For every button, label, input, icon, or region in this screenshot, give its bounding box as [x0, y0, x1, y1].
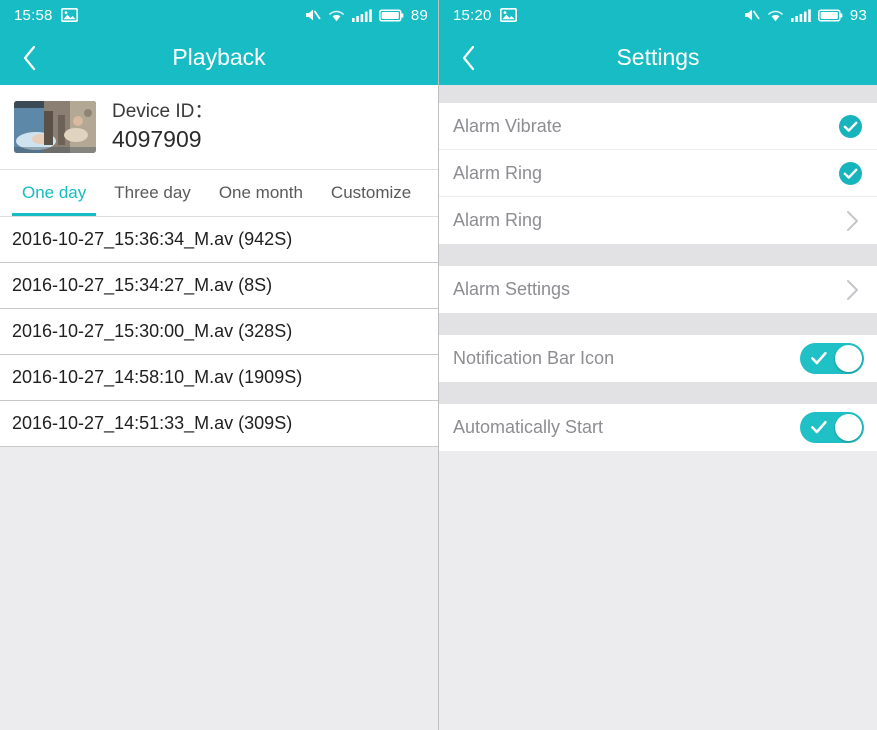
- camera-thumbnail[interactable]: [14, 101, 96, 153]
- recording-filename: 2016-10-27_15:36:34_M.av (942S): [12, 229, 293, 249]
- setting-row-automatically-start[interactable]: Automatically Start: [439, 404, 877, 451]
- signal-bars-icon: [790, 8, 811, 22]
- setting-control[interactable]: [838, 114, 863, 139]
- mute-icon: [744, 8, 760, 22]
- setting-row-alarm-ring-toggle[interactable]: Alarm Ring: [439, 150, 877, 197]
- settings-screen: 15:20 93 Settings Alarm Vibrate Alarm Ri…: [439, 0, 877, 730]
- page-title: Playback: [172, 44, 266, 70]
- wifi-icon: [328, 9, 345, 22]
- status-bar-playback: 15:58 89: [0, 0, 438, 30]
- check-circle-icon[interactable]: [838, 114, 863, 139]
- tab-label: One day: [22, 183, 87, 202]
- setting-row-notification-bar-icon[interactable]: Notification Bar Icon: [439, 335, 877, 382]
- chevron-right-icon: [841, 208, 863, 234]
- title-bar-playback: Playback: [0, 30, 438, 85]
- recording-filename: 2016-10-27_14:58:10_M.av (1909S): [12, 367, 303, 387]
- recording-filename: 2016-10-27_15:30:00_M.av (328S): [12, 321, 293, 341]
- status-bar-left: 15:20: [453, 7, 517, 24]
- status-bar-settings: 15:20 93: [439, 0, 877, 30]
- tab-customize[interactable]: Customize: [317, 170, 425, 216]
- tab-label: Three day: [114, 183, 191, 202]
- toggle-knob: [835, 414, 862, 441]
- section-spacer: [439, 244, 877, 266]
- status-time: 15:20: [453, 6, 492, 24]
- toggle-knob: [835, 345, 862, 372]
- empty-list-area: [0, 447, 438, 722]
- chevron-left-icon: [461, 44, 477, 72]
- battery-percent: 89: [410, 6, 428, 24]
- back-button[interactable]: [439, 30, 499, 85]
- title-bar-settings: Settings: [439, 30, 877, 85]
- list-item[interactable]: 2016-10-27_15:36:34_M.av (942S): [0, 217, 438, 263]
- chevron-left-icon: [22, 44, 38, 72]
- setting-row-alarm-ring-select[interactable]: Alarm Ring: [439, 197, 877, 244]
- chevron-right-icon: [841, 277, 863, 303]
- recording-filename: 2016-10-27_14:51:33_M.av (309S): [12, 413, 293, 433]
- check-circle-icon[interactable]: [838, 161, 863, 186]
- image-icon: [499, 8, 517, 22]
- image-icon: [60, 8, 78, 22]
- list-item[interactable]: 2016-10-27_15:34:27_M.av (8S): [0, 263, 438, 309]
- setting-control[interactable]: [841, 277, 863, 303]
- setting-row-alarm-vibrate[interactable]: Alarm Vibrate: [439, 103, 877, 150]
- tab-label: Customize: [330, 183, 412, 202]
- mute-icon: [305, 8, 321, 22]
- tab-one-month[interactable]: One month: [205, 170, 317, 216]
- list-item[interactable]: 2016-10-27_15:30:00_M.av (328S): [0, 309, 438, 355]
- page-title: Settings: [616, 44, 700, 70]
- tab-label: One month: [218, 183, 303, 202]
- status-bar-right: 93: [744, 7, 867, 24]
- check-icon: [810, 350, 828, 366]
- section-spacer: [439, 313, 877, 335]
- dual-screenshot: 15:58 89 Playback Device ID： 4097909 One…: [0, 0, 877, 730]
- signal-bars-icon: [351, 8, 372, 22]
- battery-icon: [817, 8, 843, 22]
- setting-row-alarm-settings[interactable]: Alarm Settings: [439, 266, 877, 313]
- battery-icon: [378, 8, 404, 22]
- wifi-icon: [767, 9, 784, 22]
- status-bar-right: 89: [305, 7, 428, 24]
- device-id-label: Device ID：: [112, 101, 214, 123]
- playback-screen: 15:58 89 Playback Device ID： 4097909 One…: [0, 0, 439, 730]
- settings-list: Alarm Vibrate Alarm Ring Alarm Ring Alar…: [439, 85, 877, 730]
- device-meta: Device ID： 4097909: [112, 99, 213, 155]
- check-icon: [810, 419, 828, 435]
- section-spacer: [439, 382, 877, 404]
- setting-label: Notification Bar Icon: [453, 348, 615, 368]
- battery-percent: 93: [849, 6, 867, 24]
- list-item[interactable]: 2016-10-27_14:51:33_M.av (309S): [0, 401, 438, 447]
- setting-label: Alarm Ring: [453, 210, 543, 230]
- setting-control[interactable]: [841, 208, 863, 234]
- range-tabs: One day Three day One month Customize: [0, 170, 438, 217]
- setting-label: Alarm Settings: [453, 279, 571, 299]
- setting-label: Automatically Start: [453, 417, 604, 437]
- setting-label: Alarm Ring: [453, 162, 543, 183]
- setting-control[interactable]: [800, 412, 864, 443]
- device-header: Device ID： 4097909: [0, 85, 438, 170]
- recording-list: 2016-10-27_15:36:34_M.av (942S) 2016-10-…: [0, 217, 438, 447]
- list-item[interactable]: 2016-10-27_14:58:10_M.av (1909S): [0, 355, 438, 401]
- status-time: 15:58: [14, 6, 53, 24]
- tab-three-day[interactable]: Three day: [100, 170, 205, 216]
- recording-filename: 2016-10-27_15:34:27_M.av (8S): [12, 275, 273, 295]
- status-bar-left: 15:58: [14, 7, 78, 24]
- notification-bar-icon-toggle[interactable]: [800, 343, 864, 374]
- settings-empty-area: [439, 451, 877, 730]
- device-id-value: 4097909: [112, 125, 202, 152]
- setting-control[interactable]: [838, 161, 863, 186]
- setting-control[interactable]: [800, 343, 864, 374]
- section-spacer: [439, 85, 877, 103]
- automatically-start-toggle[interactable]: [800, 412, 864, 443]
- tab-one-day[interactable]: One day: [8, 170, 100, 216]
- back-button[interactable]: [0, 30, 60, 85]
- setting-label: Alarm Vibrate: [453, 115, 562, 136]
